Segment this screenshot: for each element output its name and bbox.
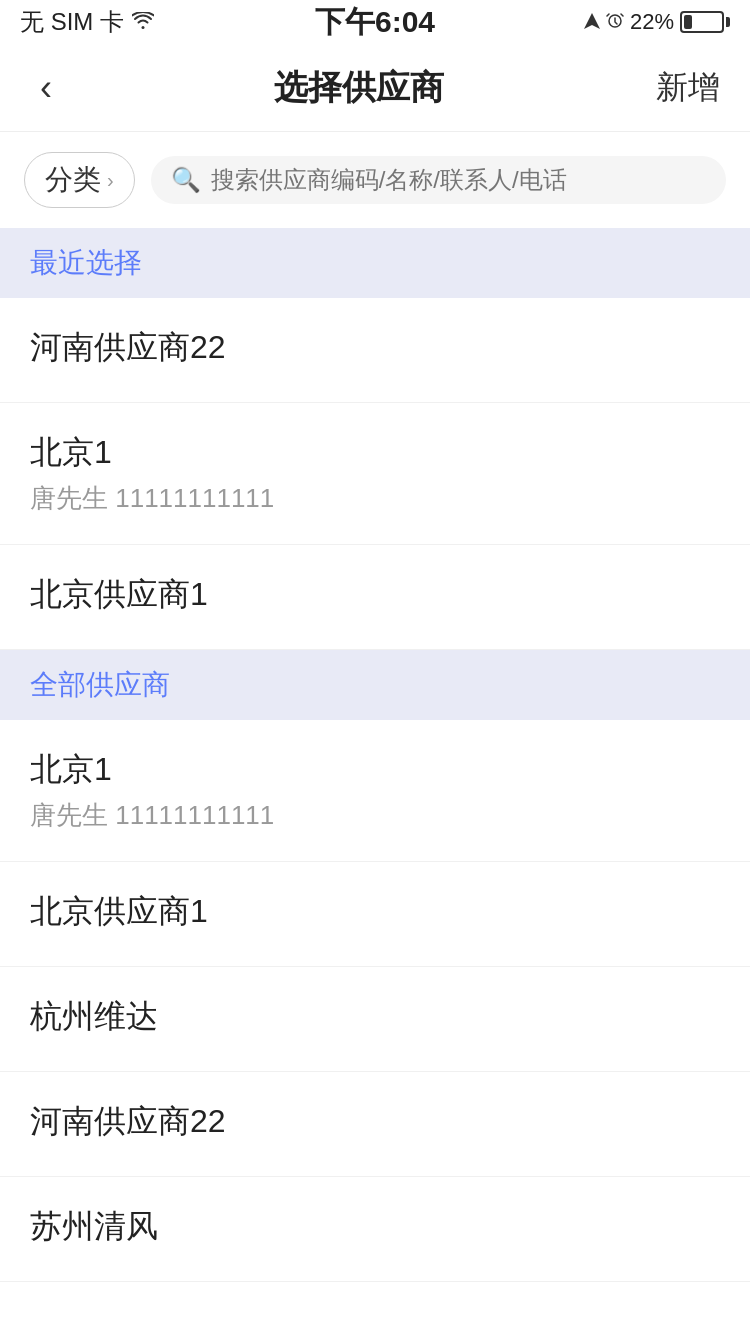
nav-bar: ‹ 选择供应商 新增 (0, 44, 750, 132)
list-item[interactable]: 北京1 唐先生 11111111111 (0, 403, 750, 545)
status-left: 无 SIM 卡 (20, 6, 154, 38)
filter-bar: 分类 › 🔍 (0, 132, 750, 228)
item-name: 北京1 (30, 748, 720, 792)
status-right: 22% (584, 9, 730, 35)
list-item[interactable]: 河南供应商22 (0, 298, 750, 403)
sim-label: 无 SIM 卡 (20, 6, 124, 38)
search-icon: 🔍 (171, 166, 201, 194)
add-button[interactable]: 新增 (656, 66, 720, 110)
list-item[interactable]: 河南供应商22 (0, 1072, 750, 1177)
item-sub: 唐先生 11111111111 (30, 798, 720, 833)
location-icon (584, 9, 600, 35)
all-items-list: 北京1 唐先生 11111111111 北京供应商1 杭州维达 河南供应商22 … (0, 720, 750, 1282)
item-name: 北京1 (30, 431, 720, 475)
category-label: 分类 (45, 161, 101, 199)
list-item[interactable]: 北京供应商1 (0, 545, 750, 650)
item-name: 河南供应商22 (30, 326, 720, 370)
recent-header-text: 最近选择 (30, 247, 142, 278)
item-sub: 唐先生 11111111111 (30, 481, 720, 516)
list-item[interactable]: 北京1 唐先生 11111111111 (0, 720, 750, 862)
chevron-right-icon: › (107, 169, 114, 192)
item-name: 北京供应商1 (30, 890, 720, 934)
recent-section-header: 最近选择 (0, 228, 750, 298)
item-name: 北京供应商1 (30, 573, 720, 617)
item-name: 河南供应商22 (30, 1100, 720, 1144)
status-time: 下午6:04 (315, 2, 435, 43)
list-item[interactable]: 北京供应商1 (0, 862, 750, 967)
recent-items-list: 河南供应商22 北京1 唐先生 11111111111 北京供应商1 (0, 298, 750, 650)
search-box: 🔍 (151, 156, 726, 204)
item-name: 苏州清风 (30, 1205, 720, 1249)
alarm-icon (606, 9, 624, 35)
all-header-text: 全部供应商 (30, 669, 170, 700)
list-item[interactable]: 杭州维达 (0, 967, 750, 1072)
page-title: 选择供应商 (274, 65, 444, 111)
all-section-header: 全部供应商 (0, 650, 750, 720)
search-input[interactable] (211, 166, 706, 194)
battery-percent: 22% (630, 9, 674, 35)
status-bar: 无 SIM 卡 下午6:04 22% (0, 0, 750, 44)
battery-icon (680, 11, 730, 33)
back-button[interactable]: ‹ (30, 57, 62, 119)
item-name: 杭州维达 (30, 995, 720, 1039)
wifi-icon (132, 8, 154, 36)
list-item[interactable]: 苏州清风 (0, 1177, 750, 1282)
category-button[interactable]: 分类 › (24, 152, 135, 208)
